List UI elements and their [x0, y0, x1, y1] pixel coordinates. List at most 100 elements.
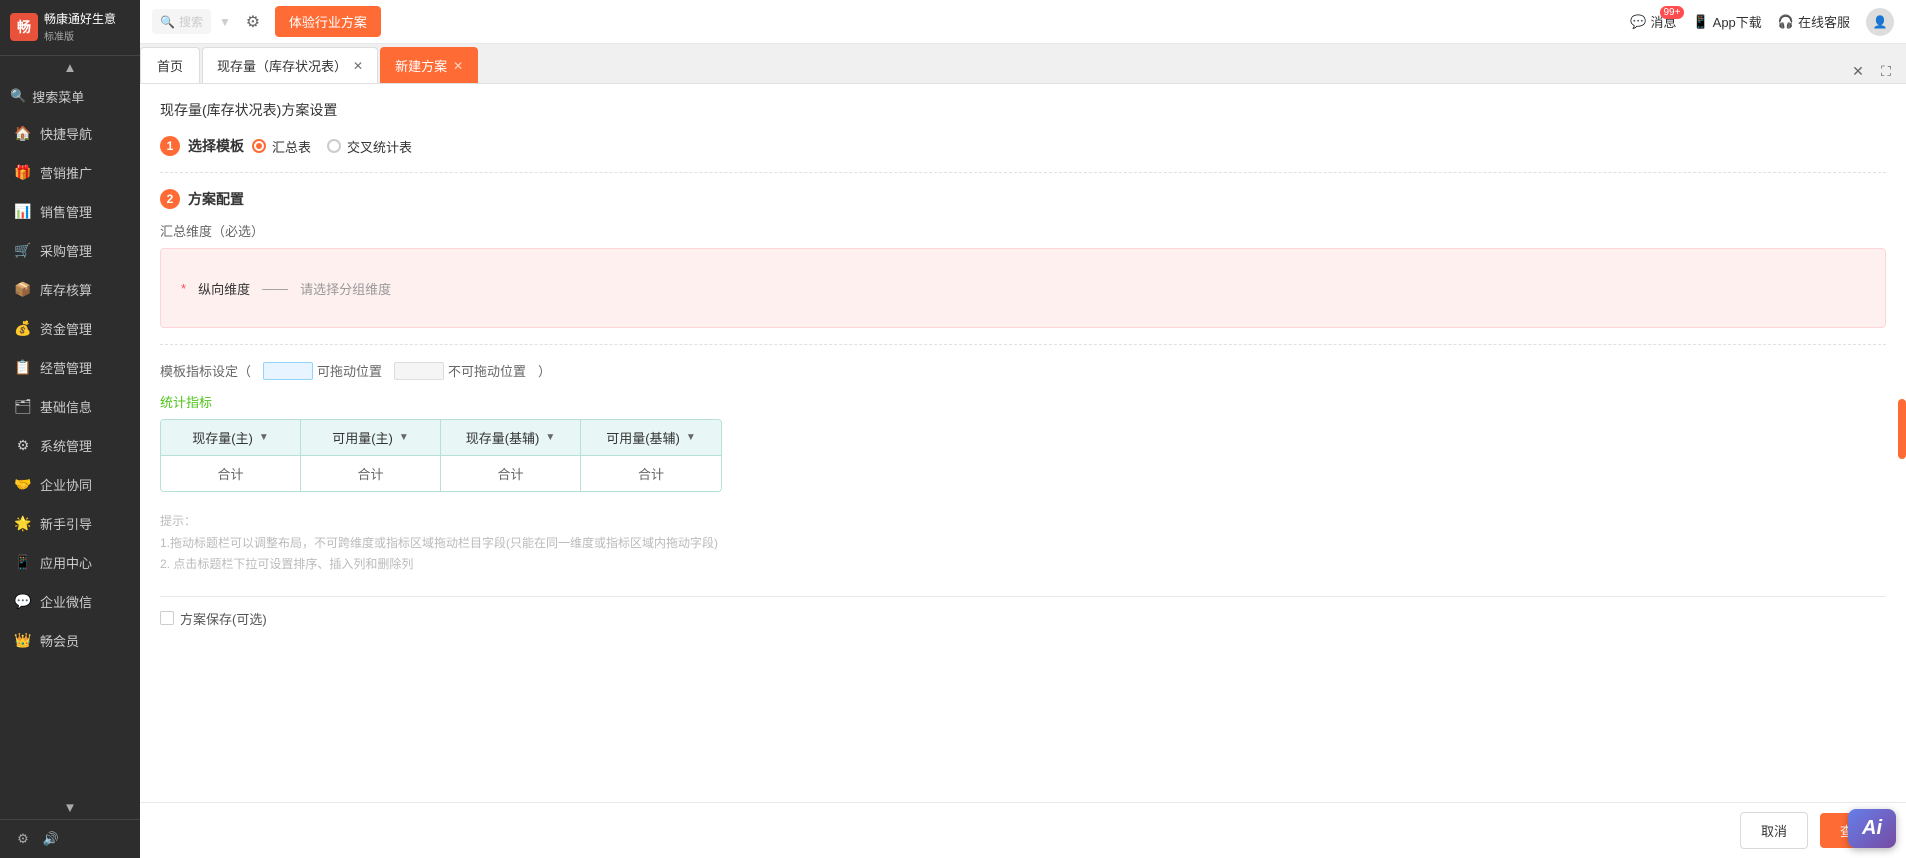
chevron-down-icon-1: ▼ — [399, 432, 409, 443]
app-download-label: App下载 — [1713, 12, 1762, 31]
dimension-box[interactable]: * 纵向维度 —— 请选择分组维度 — [160, 248, 1886, 328]
ai-badge[interactable]: Ai — [1848, 809, 1896, 848]
no-drag-box — [394, 362, 444, 380]
sidebar-item-sales[interactable]: 📊 销售管理 — [0, 192, 140, 231]
save-option-row: 方案保存(可选) — [160, 596, 1886, 640]
stat-col-0[interactable]: 现存量(主) ▼ — [161, 420, 301, 455]
draggable-label: 可拖动位置 — [317, 361, 382, 380]
sidebar: 畅 畅康通好生意 标准版 ▲ 🔍 搜索菜单 🏠 快捷导航 🎁 营销推广 📊 销售… — [0, 0, 140, 858]
settings-footer-icon[interactable]: ⚙ — [14, 830, 32, 848]
tab-home[interactable]: 首页 — [140, 47, 200, 83]
sidebar-item-label: 新手引导 — [40, 514, 92, 533]
tab-new-plan-close[interactable]: ✕ — [453, 59, 463, 73]
sidebar-item-label: 资金管理 — [40, 319, 92, 338]
sidebar-item-apps[interactable]: 📱 应用中心 — [0, 543, 140, 582]
draggable-indicator: 可拖动位置 — [263, 361, 382, 380]
logo-text-area: 畅康通好生意 标准版 — [44, 12, 116, 43]
logo-icon: 畅 — [10, 13, 38, 41]
topbar: 🔍 搜索 ▼ ⚙ 体验行业方案 💬 消息 99+ 📱 App下载 🎧 在线客服 … — [140, 0, 1906, 44]
radio-summary[interactable]: 汇总表 — [252, 137, 311, 156]
sidebar-item-wechat[interactable]: 💬 企业微信 — [0, 582, 140, 621]
sidebar-item-label: 企业微信 — [40, 592, 92, 611]
topbar-search-text: 搜索 — [179, 13, 203, 30]
sidebar-item-label: 库存核算 — [40, 280, 92, 299]
tab-inventory[interactable]: 现存量（库存状况表） ✕ — [202, 47, 378, 83]
trial-industry-button[interactable]: 体验行业方案 — [275, 6, 381, 37]
search-icon: 🔍 — [10, 88, 26, 104]
search-label: 搜索菜单 — [32, 87, 84, 106]
topbar-right: 💬 消息 99+ 📱 App下载 🎧 在线客服 👤 — [1630, 8, 1894, 36]
sidebar-item-label: 基础信息 — [40, 397, 92, 416]
sidebar-item-shortcut[interactable]: 🏠 快捷导航 — [0, 114, 140, 153]
dimension-dash: —— — [262, 281, 288, 296]
sidebar-item-label: 应用中心 — [40, 553, 92, 572]
stat-col-1[interactable]: 可用量(主) ▼ — [301, 420, 441, 455]
cancel-button[interactable]: 取消 — [1740, 812, 1808, 849]
hint-title: 提示： — [160, 514, 196, 528]
tab-new-plan[interactable]: 新建方案 ✕ — [380, 47, 478, 83]
online-service-button[interactable]: 🎧 在线客服 — [1778, 12, 1850, 31]
close-window-button[interactable]: ✕ — [1846, 59, 1870, 83]
headset-icon: 🎧 — [1778, 14, 1794, 30]
drag-box — [263, 362, 313, 380]
guide-icon: 🌟 — [14, 514, 32, 532]
chevron-down-icon-2: ▼ — [545, 432, 555, 443]
window-controls: ✕ ⛶ — [1846, 59, 1906, 83]
sidebar-item-cooperation[interactable]: 🤝 企业协同 — [0, 465, 140, 504]
wechat-icon: 💬 — [14, 592, 32, 610]
radio-cross[interactable]: 交叉统计表 — [327, 137, 412, 156]
topbar-search[interactable]: 🔍 搜索 — [152, 9, 211, 34]
radio-summary-circle — [252, 139, 266, 153]
step1-section: 1 选择模板 汇总表 交叉统计表 — [160, 136, 1886, 156]
messages-badge: 99+ — [1660, 6, 1685, 19]
required-marker: * — [181, 281, 186, 296]
stat-table-row-0: 合计 合计 合计 合计 — [161, 455, 721, 491]
stat-col-3-label: 可用量(基辅) — [606, 428, 680, 447]
content-area: 现存量(库存状况表)方案设置 1 选择模板 汇总表 交叉统计表 — [140, 84, 1906, 802]
volume-footer-icon[interactable]: 🔊 — [42, 830, 60, 848]
sidebar-item-label: 企业协同 — [40, 475, 92, 494]
app-name: 畅康通好生意 — [44, 12, 116, 28]
sidebar-item-system[interactable]: ⚙ 系统管理 — [0, 426, 140, 465]
save-option-label: 方案保存(可选) — [180, 609, 267, 628]
sidebar-footer: ⚙ 🔊 — [0, 819, 140, 858]
sidebar-item-finance[interactable]: 💰 资金管理 — [0, 309, 140, 348]
user-avatar[interactable]: 👤 — [1866, 8, 1894, 36]
sidebar-item-inventory[interactable]: 📦 库存核算 — [0, 270, 140, 309]
stat-table-title: 统计指标 — [160, 392, 1886, 411]
sidebar-item-guide[interactable]: 🌟 新手引导 — [0, 504, 140, 543]
sidebar-item-label: 采购管理 — [40, 241, 92, 260]
stat-cell-0-0: 合计 — [161, 456, 301, 491]
stat-col-2-label: 现存量(基辅) — [466, 428, 540, 447]
sidebar-item-marketing[interactable]: 🎁 营销推广 — [0, 153, 140, 192]
sidebar-nav: 🏠 快捷导航 🎁 营销推广 📊 销售管理 🛒 采购管理 📦 库存核算 💰 资金管… — [0, 114, 140, 796]
step1-title: 选择模板 — [188, 136, 244, 156]
template-setting-suffix: ） — [538, 361, 551, 380]
step2-section: 2 方案配置 汇总维度（必选） * 纵向维度 —— 请选择分组维度 模板指标设定… — [160, 189, 1886, 576]
app-badge: 标准版 — [44, 28, 116, 43]
purchase-icon: 🛒 — [14, 241, 32, 259]
radio-summary-label: 汇总表 — [272, 137, 311, 156]
sidebar-scroll-up[interactable]: ▲ — [0, 56, 140, 79]
tab-inventory-close[interactable]: ✕ — [353, 59, 363, 73]
sidebar-scroll-down[interactable]: ▼ — [0, 796, 140, 819]
sidebar-item-label: 畅会员 — [40, 631, 79, 650]
vertical-dimension-label: 纵向维度 — [198, 279, 250, 298]
topbar-gear-button[interactable]: ⚙ — [239, 8, 267, 36]
maximize-window-button[interactable]: ⛶ — [1874, 59, 1898, 83]
sidebar-item-purchase[interactable]: 🛒 采购管理 — [0, 231, 140, 270]
save-option-checkbox[interactable] — [160, 611, 174, 625]
sidebar-search[interactable]: 🔍 搜索菜单 — [0, 79, 140, 114]
stat-col-2[interactable]: 现存量(基辅) ▼ — [441, 420, 581, 455]
messages-button[interactable]: 💬 消息 99+ — [1630, 12, 1676, 31]
stat-col-3[interactable]: 可用量(基辅) ▼ — [581, 420, 721, 455]
shortcut-icon: 🏠 — [14, 124, 32, 142]
chevron-down-icon-0: ▼ — [259, 432, 269, 443]
sidebar-item-management[interactable]: 📋 经营管理 — [0, 348, 140, 387]
template-setting-row: 模板指标设定（ 可拖动位置 不可拖动位置 ） — [160, 361, 1886, 380]
inventory-icon: 📦 — [14, 280, 32, 298]
sidebar-item-basic[interactable]: 🗂 基础信息 — [0, 387, 140, 426]
app-download-button[interactable]: 📱 App下载 — [1692, 12, 1761, 31]
stat-col-0-label: 现存量(主) — [192, 428, 253, 447]
sidebar-item-member[interactable]: 👑 畅会员 — [0, 621, 140, 660]
